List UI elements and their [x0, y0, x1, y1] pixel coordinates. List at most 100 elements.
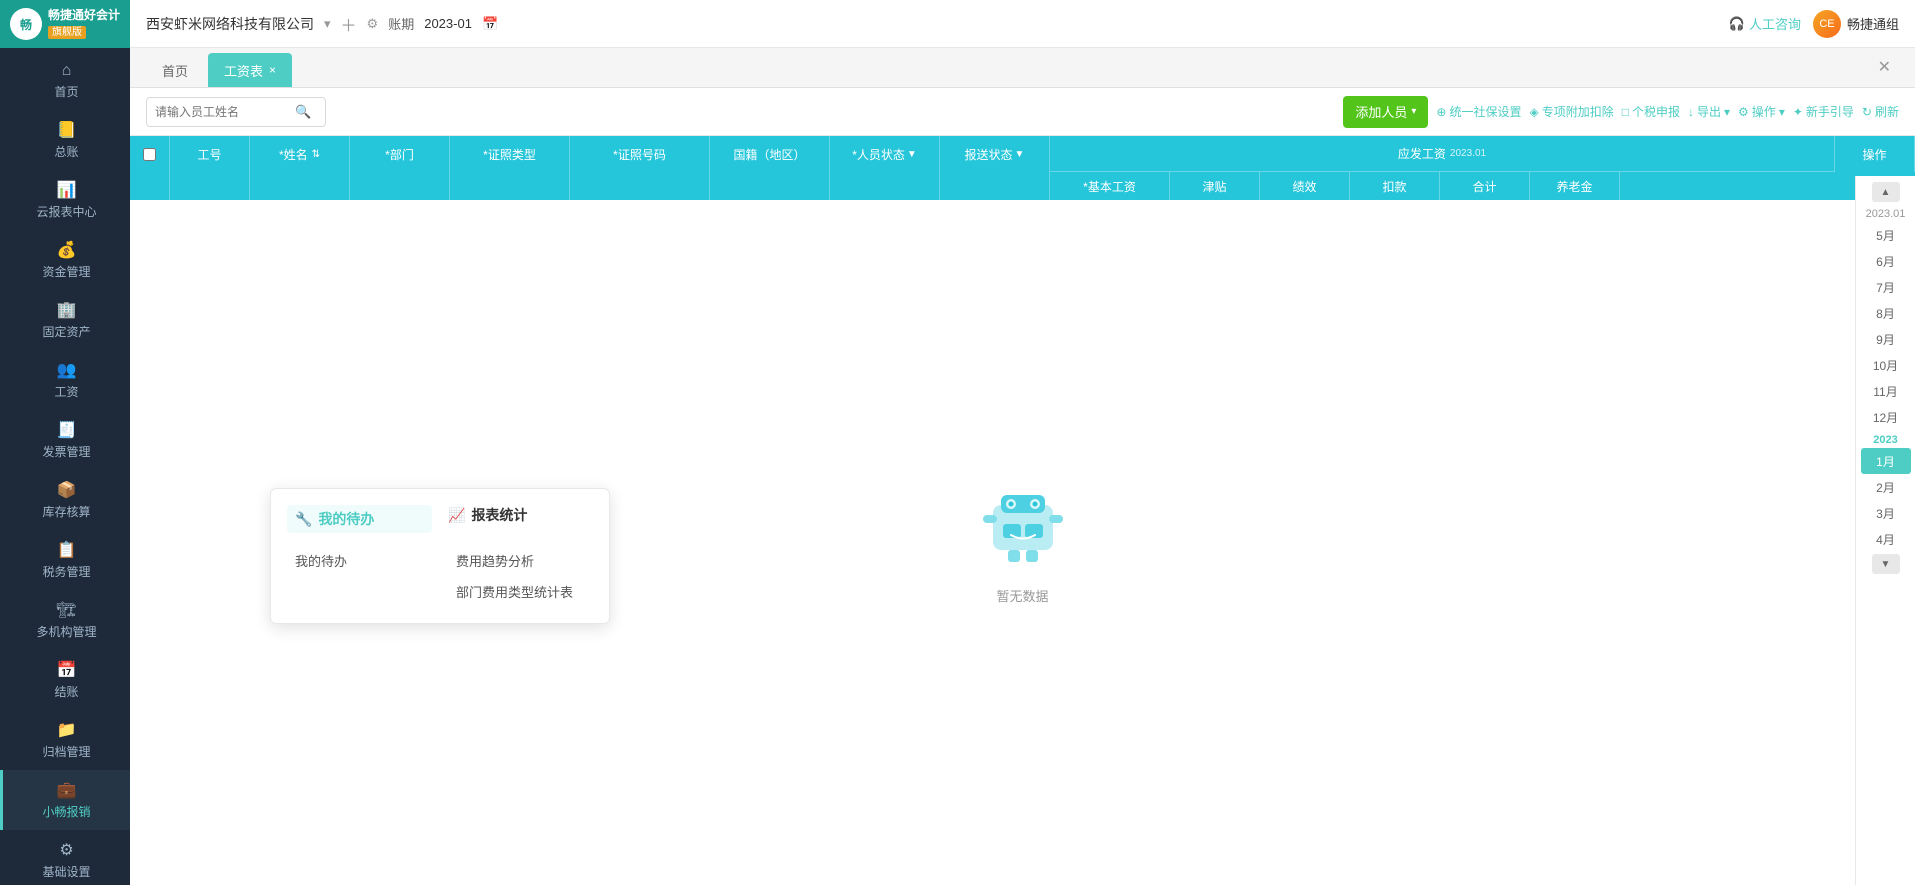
filter-status-icon[interactable]: ▼ [907, 149, 917, 160]
tax-report-button[interactable]: □ 个税申报 [1622, 103, 1680, 120]
month-item-5[interactable]: 5月 [1861, 222, 1911, 248]
th2-performance: 绩效 [1260, 172, 1350, 200]
sidebar-item-close[interactable]: 📅 结账 [0, 650, 130, 710]
month-item-2[interactable]: 2月 [1861, 474, 1911, 500]
month-item-8[interactable]: 8月 [1861, 300, 1911, 326]
month-nav-up[interactable]: ▲ [1872, 182, 1900, 202]
archive-icon: 📁 [57, 720, 77, 740]
sidebar-item-report[interactable]: 📊 云报表中心 [0, 170, 130, 230]
popup-title-todo: 🔧 我的待办 [287, 505, 432, 533]
th-status: *人员状态 ▼ [830, 136, 940, 172]
assets-icon: 🏢 [57, 300, 77, 320]
th2-bonus: 津贴 [1170, 172, 1260, 200]
popup-item-expense-trend[interactable]: 费用趋势分析 [448, 545, 593, 576]
refresh-button[interactable]: ↻ 刷新 [1862, 103, 1899, 120]
multi-icon: 🏗 [56, 600, 76, 620]
table-header-row1: 工号 *姓名 ⇅ *部门 *证照类型 *证照号码 [130, 136, 1915, 172]
sidebar-item-ledger[interactable]: 📒 总账 [0, 110, 130, 170]
th2-country [710, 172, 830, 200]
report-stat-icon: 📈 [448, 507, 465, 524]
popup-title-reports: 📈 报表统计 [448, 505, 593, 533]
month-item-1[interactable]: 1月 [1861, 448, 1911, 474]
month-item-11[interactable]: 11月 [1861, 378, 1911, 404]
tabbar: 首页 工资表 × ✕ [130, 48, 1915, 88]
logo-text: 畅捷通好会计 旗舰版 [48, 8, 120, 39]
month-panel: ▲ 2023.01 5月 6月 7月 8月 9月 10月 11月 12月 202… [1855, 176, 1915, 885]
month-item-3[interactable]: 3月 [1861, 500, 1911, 526]
month-item-6[interactable]: 6月 [1861, 248, 1911, 274]
sidebar-item-inventory[interactable]: 📦 库存核算 [0, 470, 130, 530]
th2-idno [570, 172, 710, 200]
invoice-icon: 🧾 [57, 420, 77, 440]
month-item-12[interactable]: 12月 [1861, 404, 1911, 430]
guide-button[interactable]: ✦ 新手引导 [1793, 103, 1854, 120]
month-item-7[interactable]: 7月 [1861, 274, 1911, 300]
sort-name-icon[interactable]: ⇅ [312, 149, 320, 160]
calendar-icon[interactable]: 📅 [482, 16, 498, 32]
table-header-group: 工号 *姓名 ⇅ *部门 *证照类型 *证照号码 [130, 136, 1915, 200]
topbar-add-icon[interactable]: ＋ [341, 12, 357, 36]
tab-close-icon[interactable]: × [269, 63, 276, 77]
headset-icon: 🎧 [1729, 16, 1745, 32]
month-item-9[interactable]: 9月 [1861, 326, 1911, 352]
th2-checkbox [130, 172, 170, 200]
topbar-settings-icon[interactable]: ⚙ [367, 16, 379, 32]
sidebar-item-invoice[interactable]: 🧾 发票管理 [0, 410, 130, 470]
popup-col-reports: 📈 报表统计 费用趋势分析 部门费用类型统计表 [448, 505, 593, 607]
sidebar-item-finance[interactable]: 💰 资金管理 [0, 230, 130, 290]
topbar: 西安虾米网络科技有限公司 ▾ ＋ ⚙ 账期 2023-01 📅 🎧 人工咨询 C… [130, 0, 1915, 48]
settings-icon: ⚙ [59, 840, 73, 860]
finance-icon: 💰 [57, 240, 77, 260]
window-close-button[interactable]: ✕ [1870, 47, 1899, 87]
sidebar-item-assets[interactable]: 🏢 固定资产 [0, 290, 130, 350]
user-profile[interactable]: CE 畅捷通组 [1813, 10, 1899, 38]
company-name: 西安虾米网络科技有限公司 [146, 14, 314, 34]
month-item-10[interactable]: 10月 [1861, 352, 1911, 378]
sidebar-item-settings[interactable]: ⚙ 基础设置 [0, 830, 130, 885]
todo-icon: 🔧 [295, 511, 312, 528]
th2-basic: *基本工资 [1050, 172, 1170, 200]
topbar-right: 🎧 人工咨询 CE 畅捷通组 [1729, 10, 1899, 38]
th-report-status: 报送状态 ▼ [940, 136, 1050, 172]
social-insurance-button[interactable]: ⊕ 统一社保设置 [1436, 103, 1521, 120]
company-dropdown-icon[interactable]: ▾ [324, 16, 331, 32]
sidebar-item-home[interactable]: ⌂ 首页 [0, 52, 130, 110]
month-nav-down[interactable]: ▼ [1872, 554, 1900, 574]
operations-button[interactable]: ⚙ 操作 ▾ [1738, 103, 1785, 120]
user-name: 畅捷通组 [1847, 14, 1899, 33]
th2-deduction: 扣款 [1350, 172, 1440, 200]
popup-item-my-todo[interactable]: 我的待办 [287, 545, 432, 576]
th-no: 工号 [170, 136, 250, 172]
special-deduction-button[interactable]: ◈ 专项附加扣除 [1529, 103, 1613, 120]
export-button[interactable]: ↓ 导出 ▾ [1688, 103, 1730, 120]
filter-report-icon[interactable]: ▼ [1015, 149, 1025, 160]
sidebar-item-tax[interactable]: 📋 税务管理 [0, 530, 130, 590]
sidebar-item-multi[interactable]: 🏗 多机构管理 [0, 590, 130, 650]
tab-salary[interactable]: 工资表 × [208, 53, 292, 87]
social-ins-icon: ⊕ [1436, 105, 1446, 119]
popup-section: 🔧 我的待办 我的待办 📈 报表统计 费用趋势分析 [287, 505, 593, 607]
inventory-icon: 📦 [57, 480, 77, 500]
sidebar-item-salary[interactable]: 👥 工资 [0, 350, 130, 410]
empty-text: 暂无数据 [996, 586, 1048, 605]
search-input[interactable] [155, 105, 295, 119]
month-item-4[interactable]: 4月 [1861, 526, 1911, 552]
sidebar-item-xiaochang[interactable]: 💼 小畅报销 [0, 770, 130, 830]
close-period-icon: 📅 [57, 660, 77, 680]
th-country: 国籍（地区） [710, 136, 830, 172]
search-box: 🔍 [146, 97, 326, 127]
avatar: CE [1813, 10, 1841, 38]
add-person-button[interactable]: 添加人员 ▾ [1343, 96, 1428, 128]
period-value: 2023-01 [424, 16, 472, 31]
dropdown-arrow-icon: ▾ [1411, 106, 1416, 117]
report-icon: 📊 [57, 180, 77, 200]
export-icon: ↓ [1688, 105, 1694, 119]
popup-item-dept-expense[interactable]: 部门费用类型统计表 [448, 576, 593, 607]
th-checkbox[interactable] [130, 136, 170, 172]
service-button[interactable]: 🎧 人工咨询 [1729, 14, 1801, 33]
content-area: 🔍 添加人员 ▾ ⊕ 统一社保设置 ◈ 专项附加扣除 □ 个税申报 [130, 88, 1915, 885]
tab-home[interactable]: 首页 [146, 53, 204, 87]
select-all-checkbox[interactable] [143, 148, 156, 161]
th-name: *姓名 ⇅ [250, 136, 350, 172]
sidebar-item-archive[interactable]: 📁 归档管理 [0, 710, 130, 770]
